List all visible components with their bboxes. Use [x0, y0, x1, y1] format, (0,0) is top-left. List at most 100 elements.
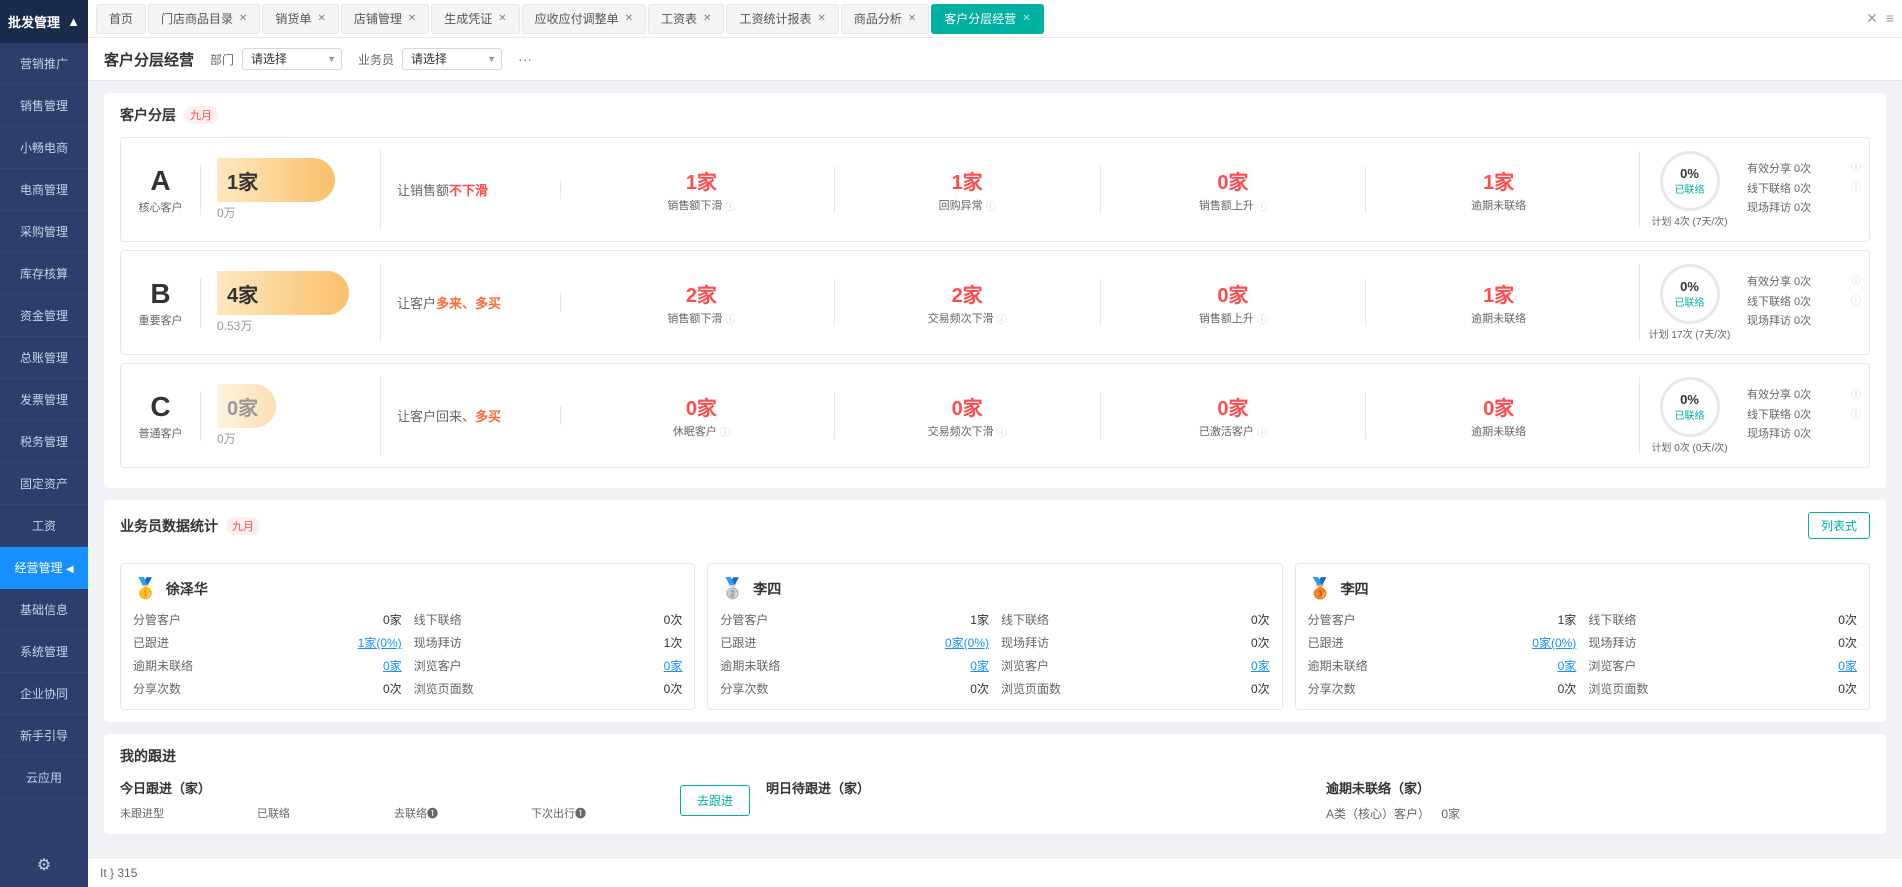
tier-right-a: 有效分享 0次 ⓘ 线下联络 0次 ⓘ 现场拜访 0次 — [1739, 160, 1869, 219]
tab-close-all-icon[interactable]: ✕ — [1866, 10, 1878, 27]
sidebar-item-finance[interactable]: 资金管理 — [0, 295, 88, 337]
tab-close-icon[interactable]: ✕ — [817, 13, 825, 24]
tier-label-c: C 普通客户 — [121, 391, 201, 441]
info-icon[interactable]: ⓘ — [725, 198, 735, 213]
tab-store-mgmt[interactable]: 店铺管理 ✕ — [341, 4, 429, 34]
sidebar-header[interactable]: 批发管理 ▲ — [0, 0, 88, 43]
sidebar-item-purchase[interactable]: 采购管理 — [0, 211, 88, 253]
sidebar-collapse-icon[interactable]: ▲ — [67, 14, 80, 29]
detail-row: 分享次数 0次 — [720, 680, 989, 697]
tier-label-a: A 核心客户 — [121, 165, 201, 215]
sidebar-item-system[interactable]: 系统管理 — [0, 631, 88, 673]
sidebar-title: 批发管理 — [8, 12, 60, 31]
biz-stats-header: 业务员数据统计 九月 列表式 — [120, 512, 1870, 539]
sidebar-item-guide[interactable]: 新手引导 — [0, 715, 88, 757]
tier-stat-b: 4家 0.53万 — [201, 263, 381, 342]
detail-row: 逾期未联络 0家 — [1308, 657, 1577, 674]
detail-row: 浏览页面数 0次 — [1588, 680, 1857, 697]
tab-close-icon[interactable]: ✕ — [498, 13, 506, 24]
tab-product-analysis[interactable]: 商品分析 ✕ — [841, 4, 929, 34]
staff-label: 业务员 — [358, 51, 394, 68]
goto-followup-button[interactable]: 去跟进 — [680, 785, 750, 816]
staff-select[interactable]: 请选择 — [402, 48, 502, 70]
tomorrow-followup: 明日待跟进（家） — [766, 778, 1310, 805]
page-title: 客户分层经营 — [104, 49, 194, 70]
sidebar-item-ledger[interactable]: 总账管理 — [0, 337, 88, 379]
tab-payroll-report[interactable]: 工资统计报表 ✕ — [726, 4, 838, 34]
tab-close-icon[interactable]: ✕ — [408, 13, 416, 24]
info-icon[interactable]: ⓘ — [1257, 198, 1267, 213]
tab-customer-tier[interactable]: 客户分层经营 ✕ — [931, 4, 1043, 34]
biz-month-badge: 九月 — [226, 517, 260, 535]
tier-slogan-c: 让客户回来、多买 — [381, 406, 561, 425]
tab-close-icon[interactable]: ✕ — [703, 13, 711, 24]
staff-grid: 🥇 徐泽华 分管客户 0家 线下联络 0次 已跟进 — [120, 563, 1870, 710]
main-area: 首页 门店商品目录 ✕ 销货单 ✕ 店铺管理 ✕ 生成凭证 ✕ 应收应付调整单 … — [88, 0, 1902, 887]
bottom-bar: It } 315 — [88, 857, 1902, 887]
metric-b-3: 1家 逾期未联络 — [1366, 279, 1631, 326]
sidebar-item-collab[interactable]: 企业协同 — [0, 673, 88, 715]
detail-row: 线下联络 0次 — [1001, 611, 1270, 628]
sidebar-item-invoice[interactable]: 发票管理 — [0, 379, 88, 421]
sidebar-item-ecom-small[interactable]: 小畅电商 — [0, 127, 88, 169]
tier-row-a: A 核心客户 1家 0万 让销售额不下滑 1家 — [120, 137, 1870, 242]
dept-filter: 部门 请选择 — [210, 48, 342, 70]
tab-close-icon[interactable]: ✕ — [317, 13, 325, 24]
tab-menu-icon[interactable]: ≡ — [1886, 10, 1894, 27]
info-icon[interactable]: ⓘ — [1257, 424, 1267, 439]
tab-close-icon[interactable]: ✕ — [908, 13, 916, 24]
list-view-button[interactable]: 列表式 — [1808, 512, 1870, 539]
info-icon[interactable]: ⓘ — [1257, 311, 1267, 326]
staff-details-0: 分管客户 0家 线下联络 0次 已跟进 1家(0%) 现场拜访 — [133, 611, 682, 697]
sidebar-item-marketing[interactable]: 营销推广 — [0, 43, 88, 85]
tier-right-c: 有效分享 0次 ⓘ 线下联络 0次 ⓘ 现场拜访 0次 — [1739, 386, 1869, 445]
detail-row: 浏览页面数 0次 — [1001, 680, 1270, 697]
info-icon[interactable]: ⓘ — [720, 424, 730, 439]
sidebar-item-inventory[interactable]: 库存核算 — [0, 253, 88, 295]
detail-row: 浏览客户 0家 — [1588, 657, 1857, 674]
metric-b-1: 2家 交易频次下滑 ⓘ — [835, 279, 1101, 326]
more-options-btn[interactable]: ··· — [518, 51, 532, 67]
metric-a-2: 0家 销售额上升 ⓘ — [1101, 166, 1367, 213]
detail-row: 浏览客户 0家 — [1001, 657, 1270, 674]
staff-filter: 业务员 请选择 — [358, 48, 502, 70]
sidebar-item-ecom[interactable]: 电商管理 — [0, 169, 88, 211]
sidebar-item-sales[interactable]: 销售管理 — [0, 85, 88, 127]
content-area: 客户分层 九月 A 核心客户 1家 0万 — [88, 81, 1902, 857]
tab-close-icon[interactable]: ✕ — [1022, 13, 1030, 24]
staff-card-1: 🥈 李四 分管客户 1家 线下联络 0次 已跟进 — [707, 563, 1282, 710]
customer-tier-title: 客户分层 九月 — [120, 105, 1870, 125]
dept-select[interactable]: 请选择 — [242, 48, 342, 70]
sidebar-item-management[interactable]: 经营管理 ◀ — [0, 547, 88, 589]
tab-store-products[interactable]: 门店商品目录 ✕ — [148, 4, 260, 34]
tab-payroll-form[interactable]: 工资表 ✕ — [648, 4, 724, 34]
detail-row: 现场拜访 0次 — [1588, 634, 1857, 651]
rank-icon-0: 🥇 — [133, 576, 158, 601]
detail-row: 逾期未联络 0家 — [133, 657, 402, 674]
sidebar-item-basic[interactable]: 基础信息 — [0, 589, 88, 631]
info-icon[interactable]: ⓘ — [997, 311, 1007, 326]
sidebar-settings[interactable]: ⚙ — [0, 843, 88, 887]
detail-row: 已跟进 1家(0%) — [133, 634, 402, 651]
tab-close-icon[interactable]: ✕ — [239, 13, 247, 24]
sidebar-item-tax[interactable]: 税务管理 — [0, 421, 88, 463]
tab-home[interactable]: 首页 — [96, 4, 146, 34]
tier-row-c: C 普通客户 0家 0万 让客户回来、多买 0家 — [120, 363, 1870, 468]
info-icon[interactable]: ⓘ — [997, 424, 1007, 439]
sidebar-item-assets[interactable]: 固定资产 — [0, 463, 88, 505]
info-icon[interactable]: ⓘ — [725, 311, 735, 326]
customer-tier-section: 客户分层 九月 A 核心客户 1家 0万 — [104, 93, 1886, 488]
metric-a-3: 1家 逾期未联络 — [1366, 166, 1631, 213]
sidebar-item-payroll[interactable]: 工资 — [0, 505, 88, 547]
tab-close-icon[interactable]: ✕ — [625, 13, 633, 24]
sidebar-item-cloud[interactable]: 云应用 — [0, 757, 88, 799]
sidebar: 批发管理 ▲ 营销推广 销售管理 小畅电商 电商管理 采购管理 库存核算 资金管… — [0, 0, 88, 887]
followup-title: 我的跟进 — [120, 746, 1870, 766]
tab-ap-adjust[interactable]: 应收应付调整单 ✕ — [522, 4, 646, 34]
tab-gen-voucher[interactable]: 生成凭证 ✕ — [431, 4, 519, 34]
info-icon[interactable]: ⓘ — [986, 198, 996, 213]
staff-details-2: 分管客户 1家 线下联络 0次 已跟进 0家(0%) 现场拜访 — [1308, 611, 1857, 697]
tab-sales-order[interactable]: 销货单 ✕ — [262, 4, 338, 34]
biz-stats-section: 业务员数据统计 九月 列表式 🥇 徐泽华 分管客户 0家 — [104, 500, 1886, 722]
detail-row: 浏览客户 0家 — [414, 657, 683, 674]
